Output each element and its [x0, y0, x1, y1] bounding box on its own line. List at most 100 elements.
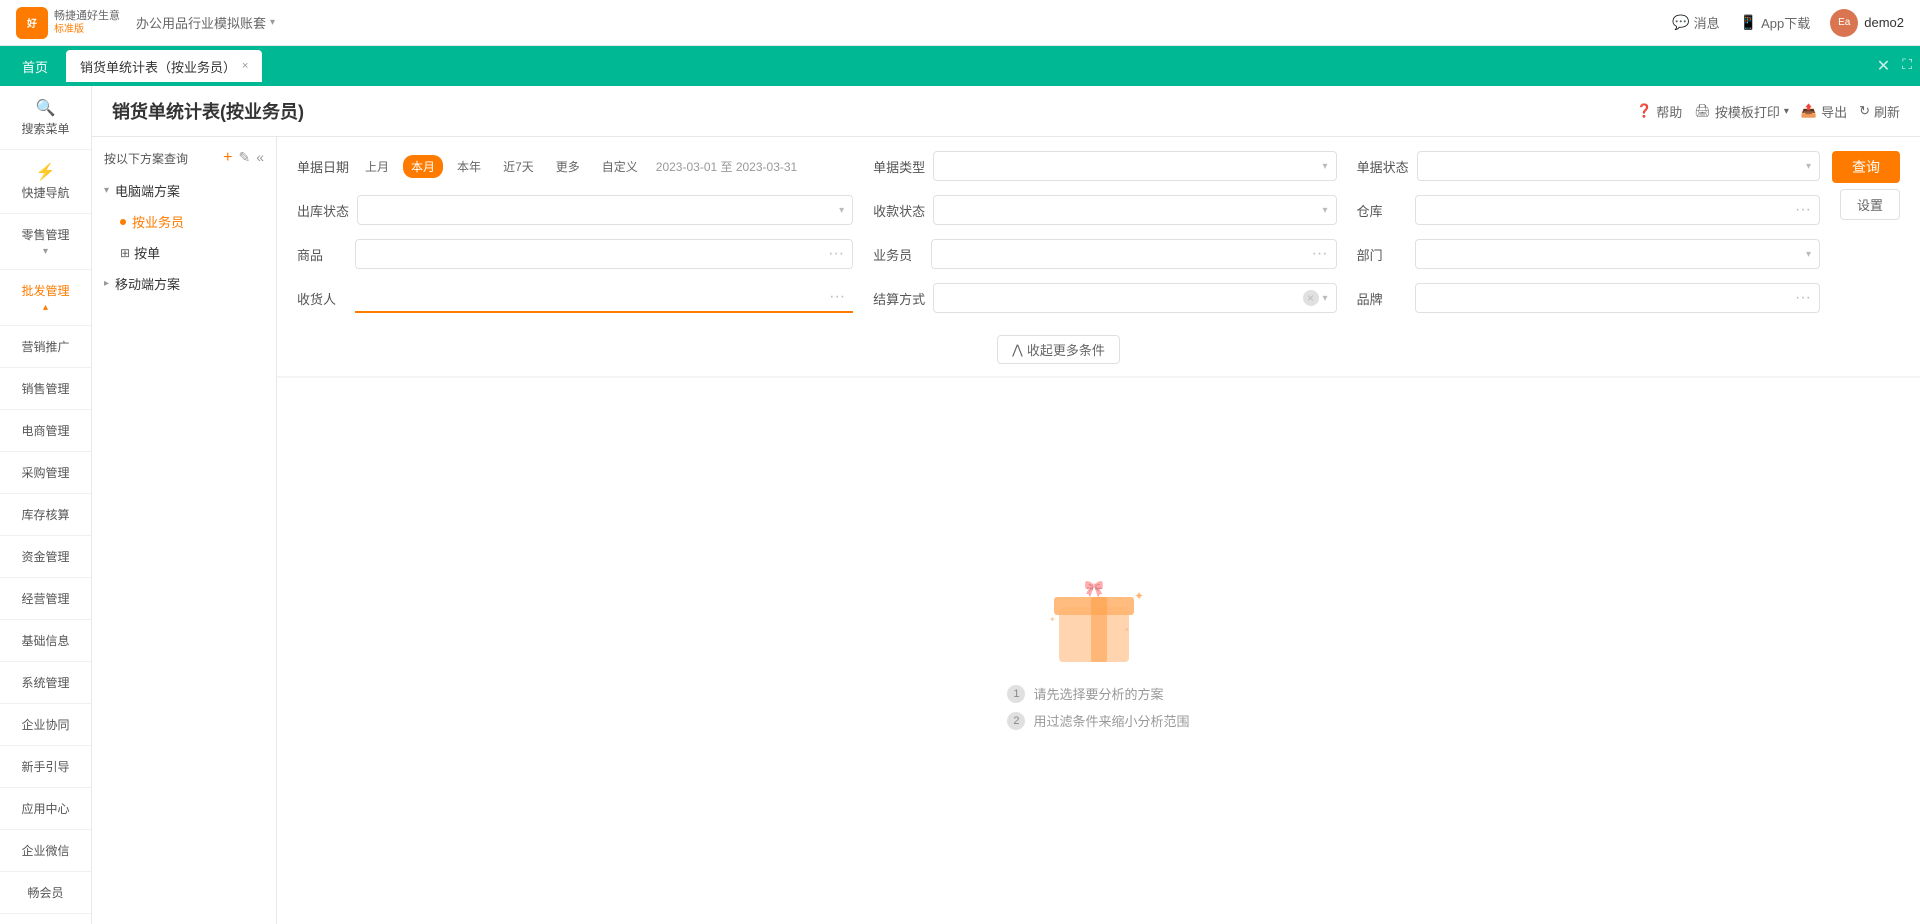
warehouse-dots-icon: ···: [1795, 201, 1811, 219]
outstatus-label: 出库状态: [297, 201, 349, 220]
receivestatus-input[interactable]: ▾: [933, 195, 1336, 225]
receiver-input[interactable]: ···: [355, 283, 853, 313]
logo-icon: 好: [16, 7, 48, 39]
empty-box-svg: ✦ ✦ ✦ 🎀: [1039, 572, 1159, 672]
edit-scheme-btn[interactable]: ✎: [238, 149, 250, 167]
receiver-label: 收货人: [297, 289, 347, 308]
sidebar-item-member[interactable]: 畅会员: [0, 872, 91, 914]
svg-text:🎀: 🎀: [1084, 580, 1104, 598]
collapse-more-btn[interactable]: ⋀ 收起更多条件: [997, 335, 1120, 364]
settle-input[interactable]: × ▾: [933, 283, 1336, 313]
sidebar-item-finance[interactable]: 资金管理: [0, 536, 91, 578]
date-filter: 上月 本月 本年 近7天 更多 自定义 2023-03-01 至 2023-03…: [357, 155, 797, 178]
doctype-label: 单据类型: [873, 157, 925, 176]
maximize-icon[interactable]: ⛶: [1902, 56, 1912, 76]
scheme-dot-icon: [120, 219, 126, 225]
goods-dots-icon: ···: [828, 245, 844, 263]
filter-item-goods: 商品 ···: [297, 239, 853, 269]
scheme-item-by-order[interactable]: ⊞ 按单: [92, 237, 276, 268]
tab-close-icon[interactable]: ×: [242, 60, 248, 72]
date-label: 单据日期: [297, 157, 349, 176]
filter-item-doctype: 单据类型 ▾: [873, 151, 1336, 181]
close-window-icon[interactable]: ✕: [1877, 56, 1890, 76]
filter-content-area: 单据日期 上月 本月 本年 近7天 更多 自定义 2023-03-01 至 20…: [277, 137, 1920, 924]
docstatus-input[interactable]: ▾: [1417, 151, 1820, 181]
sidebar-item-ecommerce[interactable]: 电商管理: [0, 410, 91, 452]
collapse-row: ⋀ 收起更多条件: [297, 327, 1820, 372]
salesman-input[interactable]: ···: [931, 239, 1336, 269]
export-btn[interactable]: 📤 导出: [1801, 102, 1847, 121]
sidebar-item-enterprise[interactable]: 企业协同: [0, 704, 91, 746]
scheme-item-by-salesman[interactable]: 按业务员: [92, 206, 276, 237]
left-panel: 按以下方案查询 + ✎ « ▾ 电脑端方案 按业务员: [92, 137, 277, 924]
top-bar: 好 畅捷通好生意 标准版 办公用品行业模拟账套 💬 消息 📱 App下载 Ea …: [0, 0, 1920, 46]
date-btn-7days[interactable]: 近7天: [495, 155, 542, 178]
brand-dots-icon: ···: [1795, 289, 1811, 307]
sidebar-item-purchase[interactable]: 采购管理: [0, 452, 91, 494]
empty-hint-1: 1 请先选择要分析的方案: [1007, 684, 1189, 703]
date-btn-thismonth[interactable]: 本月: [403, 155, 443, 178]
sidebar-item-appcenter[interactable]: 应用中心: [0, 788, 91, 830]
tab-bar: 首页 销货单统计表（按业务员） × ✕ ⛶: [0, 46, 1920, 86]
scheme-group-mobile-title[interactable]: ▸ 移动端方案: [92, 268, 276, 299]
collapse-panel-btn[interactable]: «: [256, 149, 264, 167]
top-bar-left: 好 畅捷通好生意 标准版 办公用品行业模拟账套: [16, 7, 283, 39]
salesman-label: 业务员: [873, 245, 923, 264]
date-btn-more[interactable]: 更多: [548, 155, 588, 178]
settle-clear-icon[interactable]: ×: [1303, 290, 1319, 306]
doctype-input[interactable]: ▾: [933, 151, 1336, 181]
scheme-group-desktop-title[interactable]: ▾ 电脑端方案: [92, 175, 276, 206]
sidebar-item-search[interactable]: 🔍 搜索菜单: [0, 86, 91, 150]
outstatus-arrow-icon: ▾: [839, 205, 844, 216]
query-btn[interactable]: 查询: [1832, 151, 1900, 183]
date-btn-lastmonth[interactable]: 上月: [357, 155, 397, 178]
scheme-icon: ⊞: [120, 246, 130, 260]
date-btn-custom[interactable]: 自定义: [594, 155, 646, 178]
template-print-btn[interactable]: 🖨 按模板打印: [1694, 102, 1789, 121]
page-actions: ❓ 帮助 🖨 按模板打印 📤 导出 ↻ 刷新: [1636, 102, 1900, 121]
warehouse-input[interactable]: ···: [1415, 195, 1820, 225]
dept-input[interactable]: ▾: [1415, 239, 1820, 269]
sidebar-item-weixin[interactable]: 企业微信: [0, 830, 91, 872]
goods-input[interactable]: ···: [355, 239, 853, 269]
sidebar-item-basic[interactable]: 基础信息: [0, 620, 91, 662]
setting-btn[interactable]: 设置: [1840, 189, 1900, 220]
svg-text:✦: ✦: [1134, 589, 1144, 603]
filter-item-outstatus: 出库状态 ▾: [297, 195, 853, 225]
scheme-group-arrow-icon: ▾: [104, 185, 109, 196]
message-action[interactable]: 💬 消息: [1672, 13, 1719, 32]
scheme-group-desktop: ▾ 电脑端方案 按业务员 ⊞ 按单: [92, 175, 276, 268]
brand-input[interactable]: ···: [1415, 283, 1820, 313]
dept-label: 部门: [1357, 245, 1407, 264]
filter-item-docstatus: 单据状态 ▾: [1357, 151, 1820, 181]
tab-maximize: ✕ ⛶: [1877, 56, 1912, 76]
tab-home[interactable]: 首页: [8, 50, 62, 82]
sidebar-item-quicknav[interactable]: ⚡ 快捷导航: [0, 150, 91, 214]
dept-arrow-icon: ▾: [1806, 249, 1811, 260]
scheme-group-mobile: ▸ 移动端方案: [92, 268, 276, 299]
app-download-action[interactable]: 📱 App下载: [1740, 13, 1811, 32]
tab-active[interactable]: 销货单统计表（按业务员） ×: [66, 50, 262, 82]
sidebar-item-system[interactable]: 系统管理: [0, 662, 91, 704]
empty-num-1: 1: [1007, 685, 1025, 703]
filter-item-salesman: 业务员 ···: [873, 239, 1336, 269]
receivestatus-label: 收款状态: [873, 201, 925, 220]
filter-item-receivestatus: 收款状态 ▾: [873, 195, 1336, 225]
user-area[interactable]: Ea demo2: [1830, 9, 1904, 37]
sidebar-item-wholesale[interactable]: 批发管理 ▴: [0, 270, 91, 326]
outstatus-input[interactable]: ▾: [357, 195, 853, 225]
refresh-btn[interactable]: ↻ 刷新: [1859, 102, 1900, 121]
date-btn-thisyear[interactable]: 本年: [449, 155, 489, 178]
sidebar-item-newbie[interactable]: 新手引导: [0, 746, 91, 788]
sidebar-item-sales[interactable]: 销售管理: [0, 368, 91, 410]
sidebar-item-management[interactable]: 经营管理: [0, 578, 91, 620]
help-btn[interactable]: ❓ 帮助: [1636, 102, 1682, 121]
sidebar-item-inventory[interactable]: 库存核算: [0, 494, 91, 536]
sidebar-item-marketing[interactable]: 营销推广: [0, 326, 91, 368]
content-area: 销货单统计表(按业务员) ❓ 帮助 🖨 按模板打印 📤 导出 ↻ 刷新: [92, 86, 1920, 924]
top-bar-right: 💬 消息 📱 App下载 Ea demo2: [1672, 9, 1904, 37]
nav-dropdown[interactable]: 办公用品行业模拟账套: [128, 9, 283, 36]
sidebar-item-retail[interactable]: 零售管理 ▾: [0, 214, 91, 270]
doctype-arrow-icon: ▾: [1323, 161, 1328, 172]
add-scheme-btn[interactable]: +: [223, 149, 232, 167]
